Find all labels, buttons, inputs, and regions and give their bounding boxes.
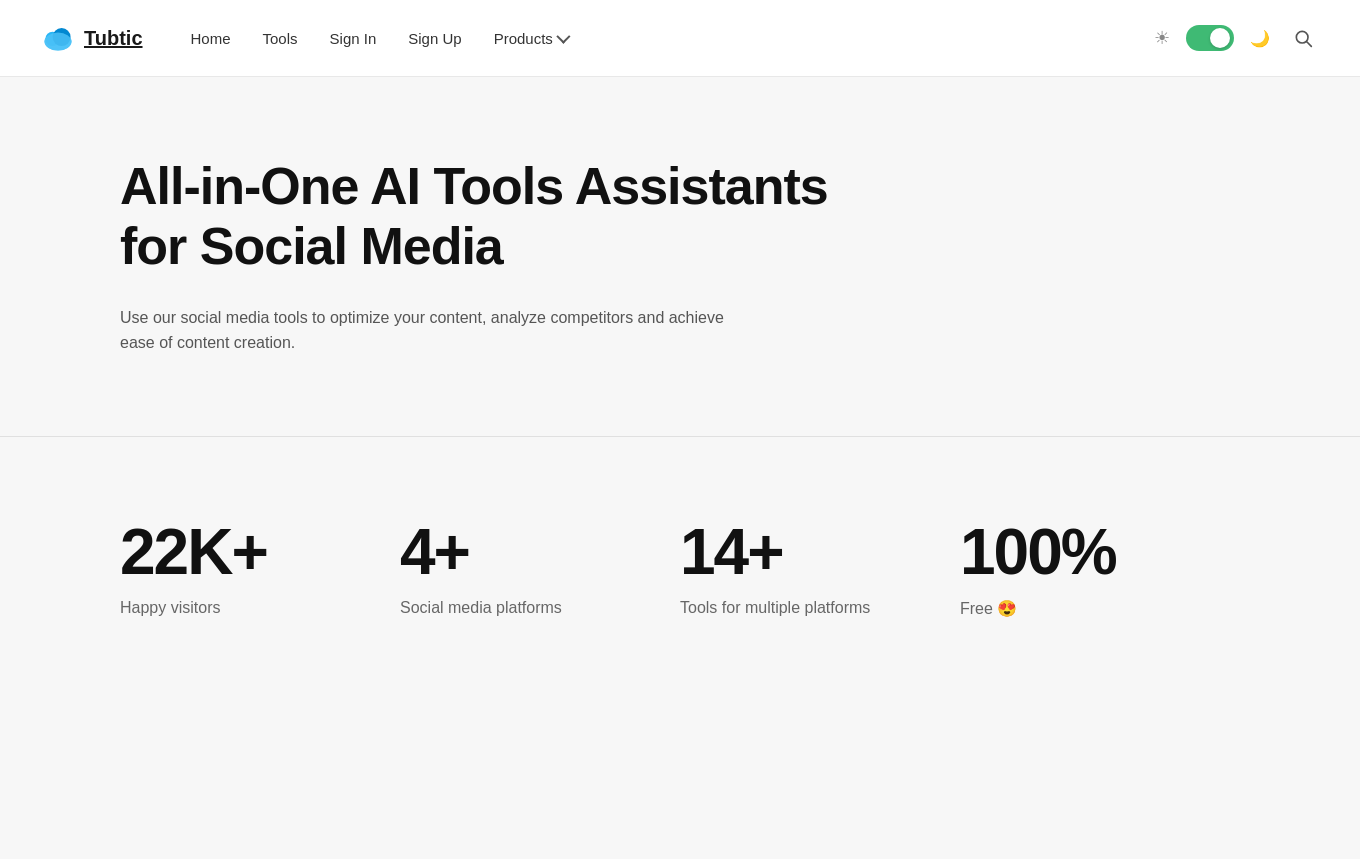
nav-products-dropdown[interactable]: Products [494, 30, 567, 47]
stat-item-2: 14+ Tools for multiple platforms [680, 517, 960, 618]
navbar-right-controls: ☀ 🌙 [1154, 21, 1320, 55]
nav-signup[interactable]: Sign Up [408, 30, 461, 47]
nav-home[interactable]: Home [191, 30, 231, 47]
brand-name: Tubtic [84, 27, 143, 50]
hero-section: All-in-One AI Tools Assistants for Socia… [0, 77, 1360, 436]
svg-line-5 [1307, 42, 1312, 47]
stat-number-0: 22K+ [120, 517, 380, 587]
hero-title: All-in-One AI Tools Assistants for Socia… [120, 157, 840, 277]
toggle-knob [1210, 28, 1230, 48]
navbar: Tubtic Home Tools Sign In Sign Up Produc… [0, 0, 1360, 77]
nav-tools[interactable]: Tools [263, 30, 298, 47]
hero-subtitle: Use our social media tools to optimize y… [120, 305, 740, 356]
stat-item-0: 22K+ Happy visitors [120, 517, 400, 618]
sun-icon[interactable]: ☀ [1154, 27, 1170, 49]
stat-number-2: 14+ [680, 517, 940, 587]
stats-section: 22K+ Happy visitors 4+ Social media plat… [0, 437, 1360, 698]
moon-icon[interactable]: 🌙 [1250, 29, 1270, 48]
lower-section [0, 698, 1360, 859]
search-icon [1293, 28, 1313, 48]
stats-grid: 22K+ Happy visitors 4+ Social media plat… [120, 517, 1240, 618]
search-button[interactable] [1286, 21, 1320, 55]
stat-item-1: 4+ Social media platforms [400, 517, 680, 618]
stat-item-3: 100% Free 😍 [960, 517, 1240, 618]
svg-point-3 [45, 33, 72, 51]
nav-links: Home Tools Sign In Sign Up Products [191, 30, 1154, 47]
brand-logo-icon [40, 20, 76, 56]
nav-products-label: Products [494, 30, 553, 47]
stat-number-3: 100% [960, 517, 1220, 587]
stat-number-1: 4+ [400, 517, 660, 587]
nav-signin[interactable]: Sign In [330, 30, 377, 47]
theme-toggle[interactable] [1186, 25, 1234, 51]
stat-label-1: Social media platforms [400, 599, 660, 617]
stat-label-2: Tools for multiple platforms [680, 599, 940, 617]
brand-logo-link[interactable]: Tubtic [40, 20, 143, 56]
stat-label-3: Free 😍 [960, 599, 1220, 618]
stat-label-0: Happy visitors [120, 599, 380, 617]
chevron-down-icon [556, 30, 570, 44]
